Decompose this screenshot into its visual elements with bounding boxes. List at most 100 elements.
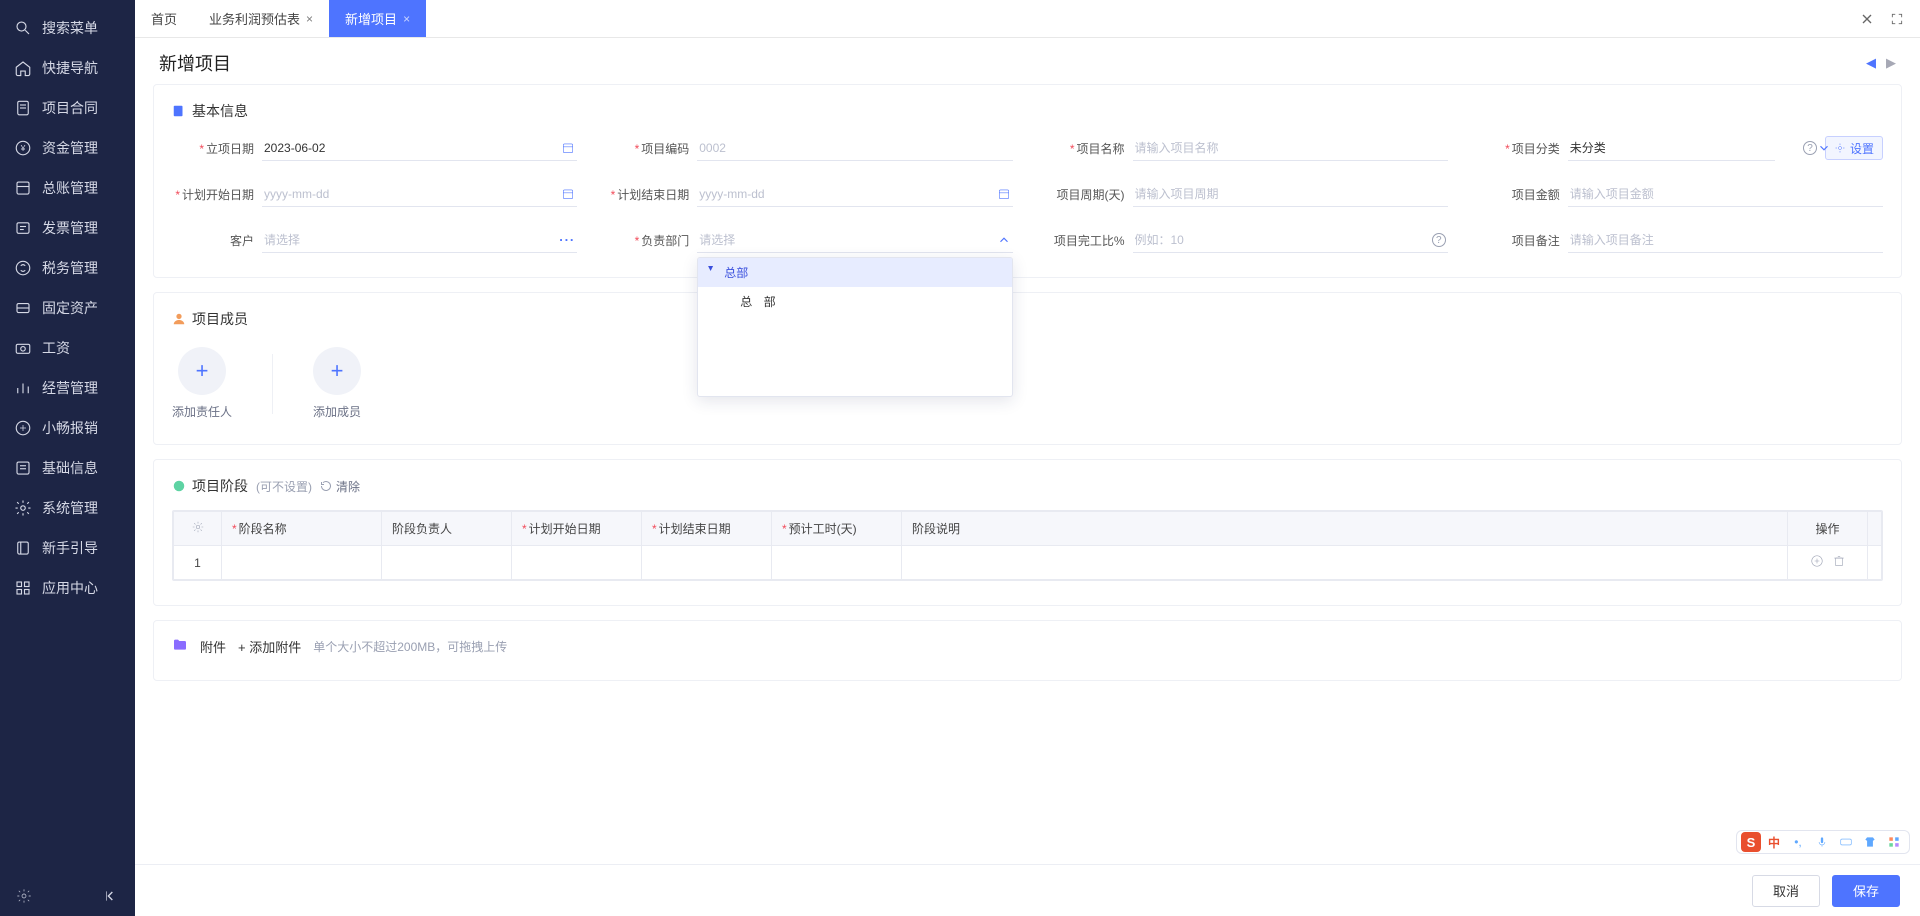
- cell-est-hours[interactable]: [772, 546, 902, 580]
- card-members: 项目成员 + 添加责任人 + 添加成员: [153, 292, 1902, 445]
- ime-toolbar[interactable]: S 中 •,: [1736, 830, 1910, 854]
- sidebar-item-tax[interactable]: 税务管理: [0, 248, 135, 288]
- tab-label: 业务利润预估表: [209, 9, 300, 28]
- input-remark[interactable]: [1568, 227, 1883, 253]
- sidebar-item-guide[interactable]: 新手引导: [0, 528, 135, 568]
- label-project-class: 项目分类: [1512, 142, 1560, 156]
- select-project-class[interactable]: [1568, 135, 1775, 161]
- sidebar-item-ledger[interactable]: 总账管理: [0, 168, 135, 208]
- delete-row-icon[interactable]: [1832, 554, 1846, 568]
- select-customer[interactable]: [262, 227, 577, 253]
- cell-desc[interactable]: [902, 546, 1788, 580]
- close-icon[interactable]: ×: [403, 12, 410, 26]
- save-button[interactable]: 保存: [1832, 875, 1900, 907]
- page-content: 基本信息 *立项日期 *项目编码: [135, 84, 1920, 864]
- sidebar-item-reimburse[interactable]: 小畅报销: [0, 408, 135, 448]
- sidebar-item-label: 搜索菜单: [42, 18, 98, 38]
- input-plan-end[interactable]: [697, 181, 1012, 207]
- ime-keyboard-icon[interactable]: [1835, 832, 1857, 852]
- sidebar-item-quicknav[interactable]: 快捷导航: [0, 48, 135, 88]
- label-project-period: 项目周期(天): [1057, 188, 1125, 202]
- help-icon[interactable]: ?: [1432, 233, 1446, 247]
- ledger-icon: [14, 179, 32, 197]
- dept-option-parent[interactable]: 总部: [698, 258, 1011, 287]
- dept-option-child[interactable]: 总 部: [698, 287, 1011, 316]
- cell-plan-start[interactable]: [512, 546, 642, 580]
- settings-button[interactable]: 设置: [1825, 136, 1883, 160]
- label-complete-pct: 项目完工比%: [1054, 234, 1125, 248]
- label-project-amount: 项目金额: [1512, 188, 1560, 202]
- add-owner-label: 添加责任人: [172, 403, 232, 420]
- sidebar-item-label: 系统管理: [42, 498, 98, 518]
- sidebar-item-funds[interactable]: ¥ 资金管理: [0, 128, 135, 168]
- settings-gear-icon[interactable]: [14, 886, 34, 906]
- info-icon: [14, 459, 32, 477]
- cell-plan-end[interactable]: [642, 546, 772, 580]
- card-phases: 项目阶段 (可不设置) 清除: [153, 459, 1902, 606]
- tab-new-project[interactable]: 新增项目×: [329, 0, 426, 37]
- sidebar-item-baseinfo[interactable]: 基础信息: [0, 448, 135, 488]
- label-dept: 负责部门: [641, 234, 689, 248]
- add-owner-button[interactable]: +: [178, 347, 226, 395]
- sidebar-item-project-contract[interactable]: 项目合同: [0, 88, 135, 128]
- sidebar-item-search[interactable]: 搜索菜单: [0, 8, 135, 48]
- input-plan-start[interactable]: [262, 181, 577, 207]
- col-gear[interactable]: [174, 512, 222, 546]
- cell-phase-owner[interactable]: [382, 546, 512, 580]
- label-plan-start: 计划开始日期: [182, 188, 254, 202]
- select-dept[interactable]: [697, 227, 1012, 253]
- table-row[interactable]: 1: [174, 546, 1882, 580]
- close-all-tabs-icon[interactable]: [1856, 8, 1878, 30]
- card-attachments: 附件 + 添加附件 单个大小不超过200MB，可拖拽上传: [153, 620, 1902, 681]
- ime-mic-icon[interactable]: [1811, 832, 1833, 852]
- add-member-button[interactable]: +: [313, 347, 361, 395]
- more-icon[interactable]: ···: [559, 233, 575, 248]
- chevron-up-icon[interactable]: [997, 233, 1011, 247]
- sidebar-item-asset[interactable]: 固定资产: [0, 288, 135, 328]
- input-project-date[interactable]: [262, 135, 577, 161]
- add-row-icon[interactable]: [1810, 554, 1824, 568]
- sidebar-footer: [0, 876, 135, 916]
- sidebar-item-salary[interactable]: 工资: [0, 328, 135, 368]
- ime-toolbox-icon[interactable]: [1883, 832, 1905, 852]
- collapse-sidebar-icon[interactable]: [101, 886, 121, 906]
- close-icon[interactable]: ×: [306, 12, 313, 26]
- sidebar-item-label: 固定资产: [42, 298, 98, 318]
- cell-phase-name[interactable]: [222, 546, 382, 580]
- calendar-icon[interactable]: [561, 141, 575, 155]
- calendar-icon[interactable]: [561, 187, 575, 201]
- folder-icon: [172, 637, 188, 656]
- help-icon[interactable]: ?: [1803, 141, 1817, 155]
- search-icon: [14, 19, 32, 37]
- clear-phases-button[interactable]: 清除: [320, 478, 360, 495]
- calendar-icon[interactable]: [997, 187, 1011, 201]
- sidebar-item-invoice[interactable]: 发票管理: [0, 208, 135, 248]
- tab-home[interactable]: 首页: [135, 0, 193, 37]
- input-complete-pct[interactable]: [1133, 227, 1448, 253]
- scrollbar-placeholder[interactable]: [1868, 546, 1882, 580]
- ime-lang[interactable]: 中: [1763, 832, 1785, 852]
- settings-button-label: 设置: [1850, 140, 1874, 157]
- input-project-period[interactable]: [1133, 181, 1448, 207]
- col-est-hours: *预计工时(天): [772, 512, 902, 546]
- next-record-icon[interactable]: ▶: [1886, 55, 1896, 71]
- chevron-down-icon[interactable]: [1817, 141, 1831, 155]
- input-project-code[interactable]: [697, 135, 1012, 161]
- add-attachment-button[interactable]: + 添加附件: [238, 637, 301, 656]
- sidebar-item-apps[interactable]: 应用中心: [0, 568, 135, 608]
- sidebar-item-biz[interactable]: 经营管理: [0, 368, 135, 408]
- fullscreen-icon[interactable]: [1886, 8, 1908, 30]
- dept-dropdown[interactable]: 总部 总 部: [697, 257, 1012, 397]
- label-project-code: 项目编码: [641, 142, 689, 156]
- ime-punct-icon[interactable]: •,: [1787, 832, 1809, 852]
- tab-profit-forecast[interactable]: 业务利润预估表 ×: [193, 0, 329, 37]
- ime-skin-icon[interactable]: [1859, 832, 1881, 852]
- input-project-name[interactable]: [1133, 135, 1448, 161]
- input-project-amount[interactable]: [1568, 181, 1883, 207]
- sidebar-item-label: 新手引导: [42, 538, 98, 558]
- cancel-button[interactable]: 取消: [1752, 875, 1820, 907]
- sidebar-item-label: 快捷导航: [42, 58, 98, 78]
- page-title: 新增项目: [159, 50, 231, 76]
- prev-record-icon[interactable]: ◀: [1866, 55, 1876, 71]
- sidebar-item-system[interactable]: 系统管理: [0, 488, 135, 528]
